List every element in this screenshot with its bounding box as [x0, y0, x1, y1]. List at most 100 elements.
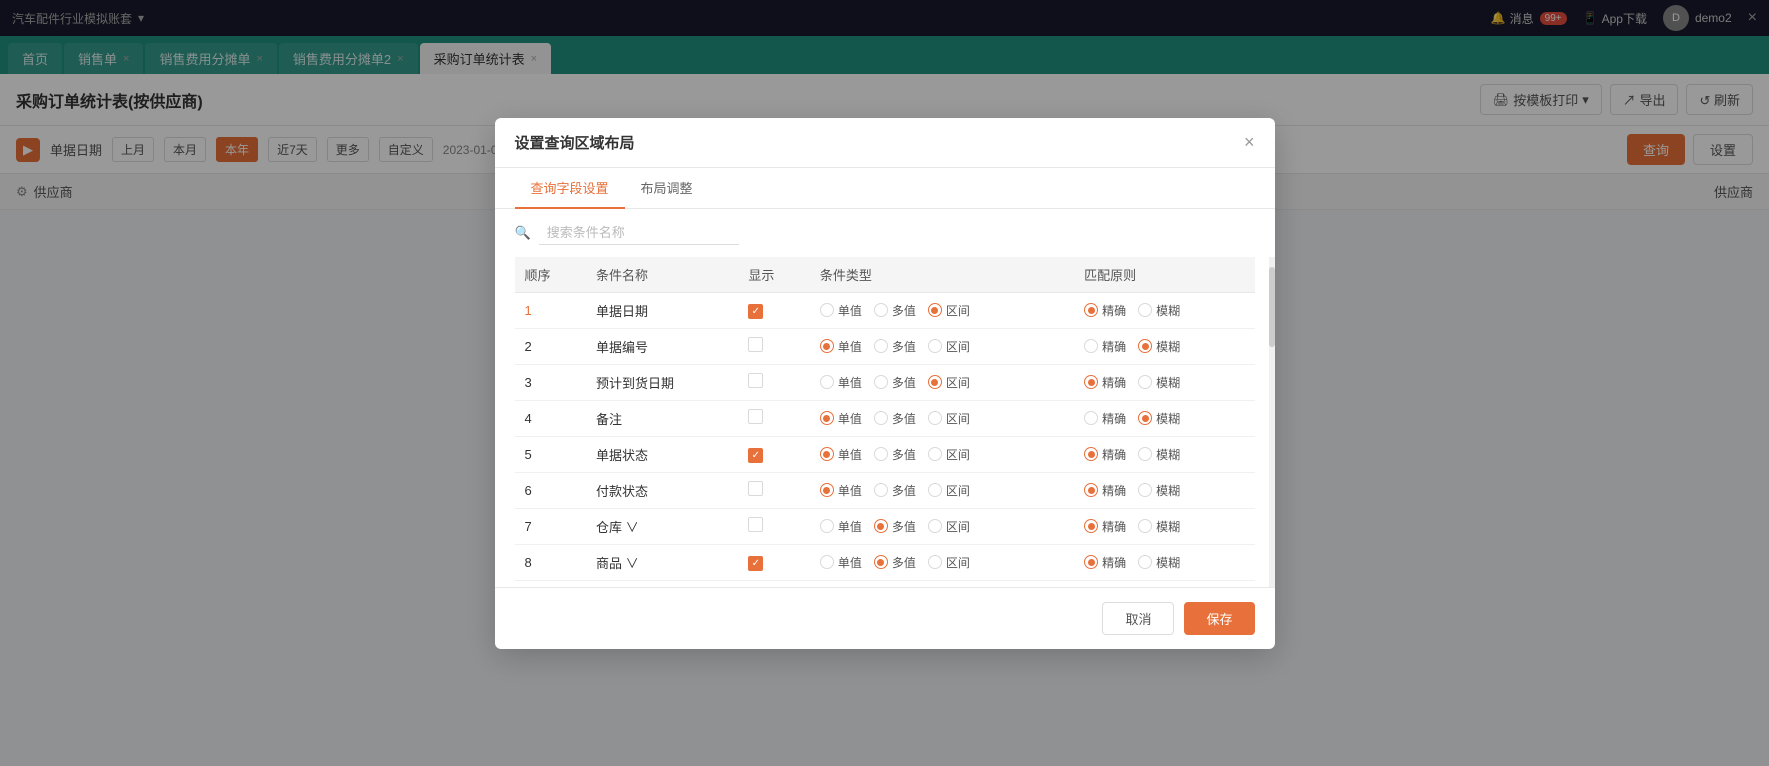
display-checkbox[interactable]	[748, 556, 763, 571]
match-radio-item[interactable]: 精确	[1084, 482, 1126, 499]
type-radio-item[interactable]: 多值	[874, 446, 916, 463]
modal-search-input[interactable]	[539, 221, 739, 245]
type-radio-item[interactable]: 区间	[928, 302, 970, 319]
row-order: 7	[515, 508, 587, 544]
type-radio-item[interactable]: 区间	[928, 518, 970, 535]
type-radio-item[interactable]: 多值	[874, 302, 916, 319]
radio-circle	[1138, 303, 1152, 317]
match-radio-item[interactable]: 精确	[1084, 374, 1126, 391]
row-display-cell	[738, 292, 810, 328]
type-radio-item[interactable]: 多值	[874, 338, 916, 355]
radio-circle	[820, 339, 834, 353]
type-radio-item[interactable]: 区间	[928, 446, 970, 463]
type-radio-item[interactable]: 单值	[820, 302, 862, 319]
radio-circle	[928, 375, 942, 389]
row-type-cell: 单值多值区间	[810, 364, 1074, 400]
type-radio-item[interactable]: 单值	[820, 374, 862, 391]
type-radio-item[interactable]: 单值	[820, 338, 862, 355]
match-radio-item[interactable]: 模糊	[1138, 446, 1180, 463]
radio-circle	[1084, 519, 1098, 533]
type-radio-item[interactable]: 区间	[928, 554, 970, 571]
row-name: 备注	[586, 400, 738, 436]
modal-tabs: 查询字段设置 布局调整	[495, 168, 1275, 209]
row-type-cell: 单值多值区间	[810, 292, 1074, 328]
type-radio-item[interactable]: 多值	[874, 374, 916, 391]
display-checkbox[interactable]	[748, 304, 763, 319]
row-match-cell: 精确模糊	[1074, 580, 1254, 587]
radio-circle	[874, 375, 888, 389]
radio-circle	[928, 339, 942, 353]
tab-query-fields[interactable]: 查询字段设置	[515, 168, 625, 209]
type-radio-item[interactable]: 多值	[874, 482, 916, 499]
match-radio-item[interactable]: 精确	[1084, 518, 1126, 535]
row-type-cell: 单值多值区间	[810, 328, 1074, 364]
match-radio-item[interactable]: 精确	[1084, 446, 1126, 463]
match-radio-item[interactable]: 精确	[1084, 338, 1126, 355]
type-radio-item[interactable]: 单值	[820, 446, 862, 463]
radio-circle	[1084, 375, 1098, 389]
table-row: 7仓库 ∨单值多值区间精确模糊	[515, 508, 1255, 544]
row-display-cell	[738, 400, 810, 436]
type-radio-item[interactable]: 区间	[928, 374, 970, 391]
match-radio-item[interactable]: 精确	[1084, 410, 1126, 427]
radio-circle	[820, 519, 834, 533]
type-radio-item[interactable]: 区间	[928, 410, 970, 427]
th-order: 顺序	[515, 257, 587, 293]
row-match-cell: 精确模糊	[1074, 364, 1254, 400]
type-radio-item[interactable]: 单值	[820, 554, 862, 571]
type-radio-item[interactable]: 单值	[820, 410, 862, 427]
display-checkbox[interactable]	[748, 337, 763, 352]
match-radio-item[interactable]: 模糊	[1138, 338, 1180, 355]
radio-circle	[928, 483, 942, 497]
row-order: 2	[515, 328, 587, 364]
row-type-cell: 单值多值区间	[810, 580, 1074, 587]
tab-layout-adjust[interactable]: 布局调整	[625, 168, 709, 209]
display-checkbox[interactable]	[748, 409, 763, 424]
table-row: 1单据日期单值多值区间精确模糊	[515, 292, 1255, 328]
th-match: 匹配原则	[1074, 257, 1254, 293]
radio-circle	[1138, 519, 1152, 533]
match-radio-item[interactable]: 模糊	[1138, 482, 1180, 499]
type-radio-item[interactable]: 多值	[874, 554, 916, 571]
type-radio-item[interactable]: 区间	[928, 338, 970, 355]
radio-circle	[820, 375, 834, 389]
type-radio-item[interactable]: 多值	[874, 518, 916, 535]
radio-circle	[1084, 555, 1098, 569]
modal-title: 设置查询区域布局	[515, 132, 635, 153]
row-match-cell: 精确模糊	[1074, 508, 1254, 544]
type-radio-item[interactable]: 多值	[874, 410, 916, 427]
table-row: 5单据状态单值多值区间精确模糊	[515, 436, 1255, 472]
row-display-cell	[738, 328, 810, 364]
row-name: 属性 ∨	[586, 580, 738, 587]
settings-modal: 设置查询区域布局 × 查询字段设置 布局调整 🔍 顺序 条件名称	[495, 118, 1275, 649]
row-name: 单据日期	[586, 292, 738, 328]
type-radio-item[interactable]: 区间	[928, 482, 970, 499]
modal-overlay: 设置查询区域布局 × 查询字段设置 布局调整 🔍 顺序 条件名称	[0, 0, 1769, 766]
display-checkbox[interactable]	[748, 481, 763, 496]
match-radio-item[interactable]: 精确	[1084, 302, 1126, 319]
radio-circle	[820, 555, 834, 569]
radio-circle	[928, 303, 942, 317]
type-radio-item[interactable]: 单值	[820, 518, 862, 535]
match-radio-item[interactable]: 模糊	[1138, 374, 1180, 391]
radio-circle	[820, 483, 834, 497]
row-match-cell: 精确模糊	[1074, 544, 1254, 580]
match-radio-item[interactable]: 模糊	[1138, 410, 1180, 427]
type-radio-item[interactable]: 单值	[820, 482, 862, 499]
modal-close-button[interactable]: ×	[1244, 132, 1255, 153]
match-radio-item[interactable]: 模糊	[1138, 518, 1180, 535]
display-checkbox[interactable]	[748, 448, 763, 463]
table-row: 9属性 ∨单值多值区间精确模糊	[515, 580, 1255, 587]
display-checkbox[interactable]	[748, 517, 763, 532]
table-row: 6付款状态单值多值区间精确模糊	[515, 472, 1255, 508]
cancel-button[interactable]: 取消	[1102, 602, 1174, 635]
match-radio-item[interactable]: 模糊	[1138, 302, 1180, 319]
radio-circle	[820, 303, 834, 317]
match-radio-item[interactable]: 模糊	[1138, 554, 1180, 571]
table-row: 2单据编号单值多值区间精确模糊	[515, 328, 1255, 364]
save-button[interactable]: 保存	[1184, 602, 1254, 635]
scrollbar-thumb[interactable]	[1269, 267, 1275, 347]
match-radio-item[interactable]: 精确	[1084, 554, 1126, 571]
display-checkbox[interactable]	[748, 373, 763, 388]
row-order: 5	[515, 436, 587, 472]
